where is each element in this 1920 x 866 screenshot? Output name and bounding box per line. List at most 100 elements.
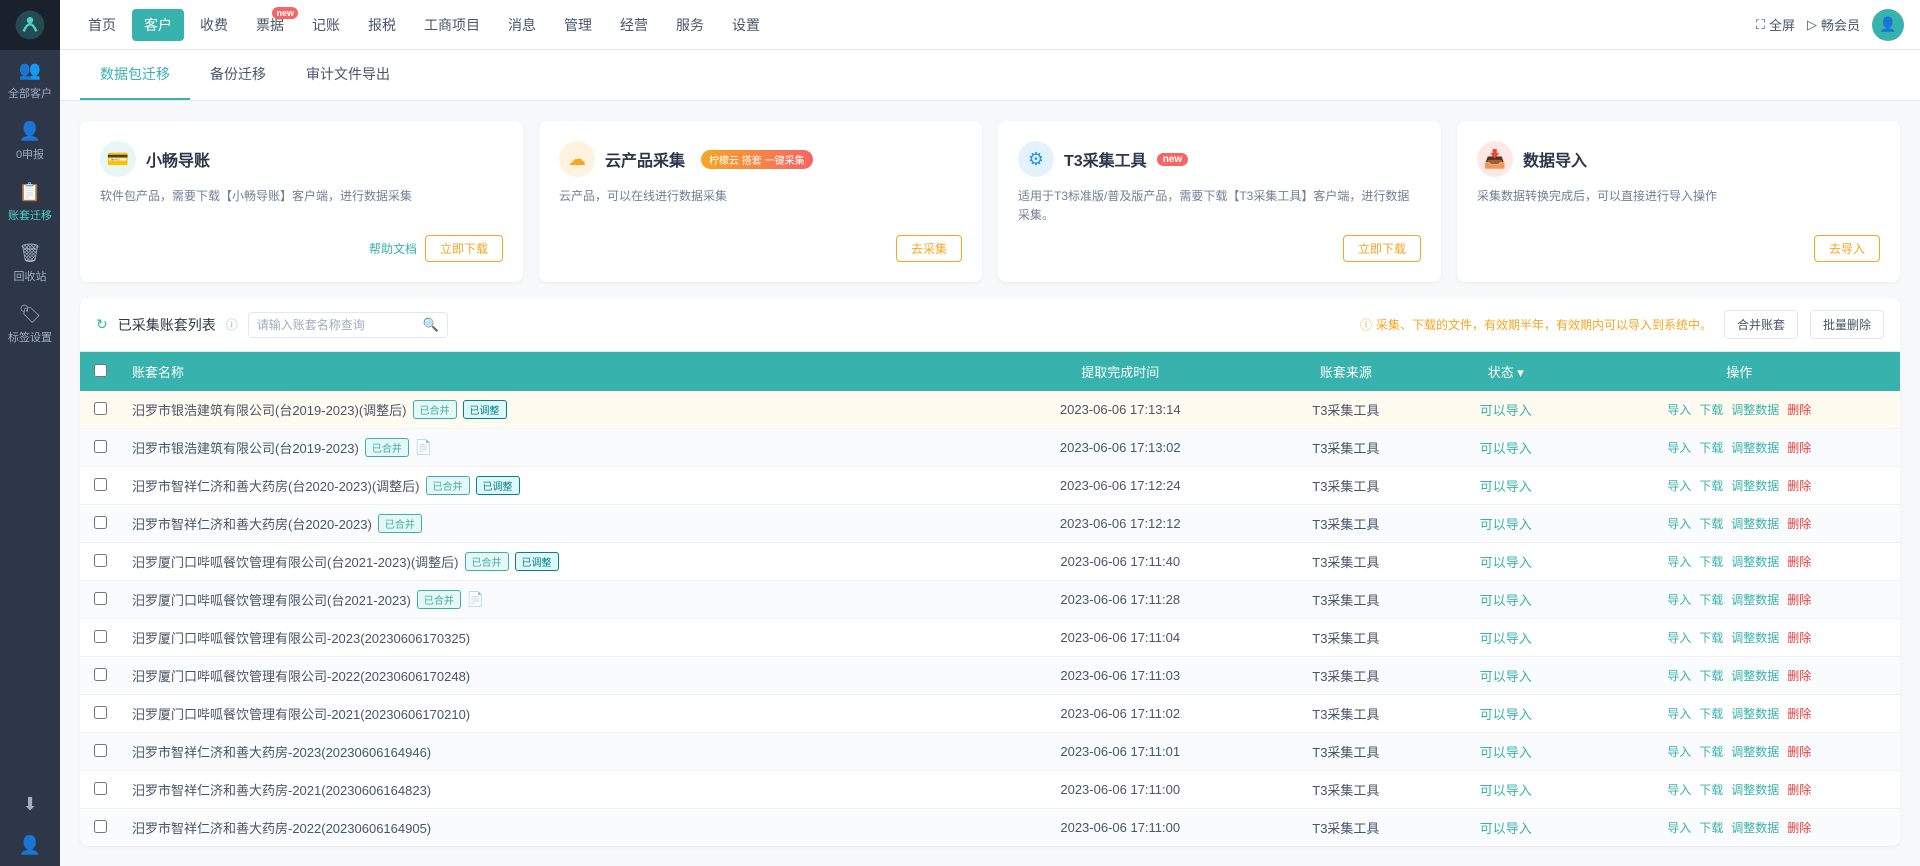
action-下载[interactable]: 下载 [1699, 781, 1723, 798]
action-删除[interactable]: 删除 [1787, 629, 1811, 646]
action-调整数据[interactable]: 调整数据 [1731, 667, 1779, 684]
action-下载[interactable]: 下载 [1699, 743, 1723, 760]
action-删除[interactable]: 删除 [1787, 553, 1811, 570]
batch-delete-button[interactable]: 批量删除 [1810, 310, 1884, 339]
nav-message[interactable]: 消息 [496, 9, 548, 41]
action-调整数据[interactable]: 调整数据 [1731, 477, 1779, 494]
nav-invoice[interactable]: 票据 new [244, 9, 296, 41]
action-下载[interactable]: 下载 [1699, 401, 1723, 418]
action-删除[interactable]: 删除 [1787, 781, 1811, 798]
merge-button[interactable]: 合并账套 [1724, 310, 1798, 339]
action-导入[interactable]: 导入 [1667, 591, 1691, 608]
action-导入[interactable]: 导入 [1667, 553, 1691, 570]
row-checkbox[interactable] [94, 402, 107, 415]
action-删除[interactable]: 删除 [1787, 743, 1811, 760]
search-icon[interactable]: 🔍 [423, 317, 439, 333]
action-导入[interactable]: 导入 [1667, 629, 1691, 646]
fullscreen-button[interactable]: ⛶ 全屏 [1756, 15, 1795, 34]
row-checkbox[interactable] [94, 668, 107, 681]
sidebar-item-profile[interactable]: 👤 [0, 825, 60, 866]
tab-audit-export[interactable]: 审计文件导出 [286, 50, 410, 100]
action-导入[interactable]: 导入 [1667, 477, 1691, 494]
go-collect-button[interactable]: 去采集 [896, 235, 962, 262]
action-删除[interactable]: 删除 [1787, 515, 1811, 532]
action-下载[interactable]: 下载 [1699, 439, 1723, 456]
help-doc-link[interactable]: 帮助文档 [369, 240, 417, 257]
sidebar-item-account-migration[interactable]: 📋 账套迁移 [0, 172, 60, 233]
sidebar-item-recycle-bin[interactable]: 🗑 回收站 [0, 233, 60, 294]
row-checkbox[interactable] [94, 554, 107, 567]
sidebar-item-tag-settings[interactable]: 🏷 标签设置 [0, 294, 60, 355]
nav-industry[interactable]: 工商项目 [412, 9, 492, 41]
action-删除[interactable]: 删除 [1787, 477, 1811, 494]
nav-tax[interactable]: 报税 [356, 9, 408, 41]
action-导入[interactable]: 导入 [1667, 819, 1691, 836]
nav-settings[interactable]: 设置 [720, 9, 772, 41]
action-删除[interactable]: 删除 [1787, 667, 1811, 684]
vip-button[interactable]: ▷ 畅会员 [1807, 15, 1860, 34]
tab-backup-migration[interactable]: 备份迁移 [190, 50, 286, 100]
action-下载[interactable]: 下载 [1699, 591, 1723, 608]
action-下载[interactable]: 下载 [1699, 553, 1723, 570]
download-t3-button[interactable]: 立即下载 [1343, 235, 1421, 262]
select-all-checkbox[interactable] [94, 364, 107, 377]
action-调整数据[interactable]: 调整数据 [1731, 819, 1779, 836]
nav-billing[interactable]: 收费 [188, 9, 240, 41]
action-调整数据[interactable]: 调整数据 [1731, 591, 1779, 608]
action-调整数据[interactable]: 调整数据 [1731, 553, 1779, 570]
action-下载[interactable]: 下载 [1699, 705, 1723, 722]
user-avatar[interactable]: 👤 [1872, 9, 1904, 41]
action-导入[interactable]: 导入 [1667, 401, 1691, 418]
tab-data-migration[interactable]: 数据包迁移 [80, 50, 190, 100]
action-下载[interactable]: 下载 [1699, 629, 1723, 646]
row-checkbox[interactable] [94, 706, 107, 719]
row-checkbox[interactable] [94, 630, 107, 643]
row-checkbox[interactable] [94, 440, 107, 453]
list-header: ↻ 已采集账套列表 ⓘ 🔍 ⓘ 采集、下载的文件，有效期半年，有效期内可以导入到… [80, 298, 1900, 352]
action-删除[interactable]: 删除 [1787, 439, 1811, 456]
download-now-button[interactable]: 立即下载 [425, 235, 503, 262]
action-调整数据[interactable]: 调整数据 [1731, 629, 1779, 646]
action-删除[interactable]: 删除 [1787, 591, 1811, 608]
nav-operation[interactable]: 经营 [608, 9, 660, 41]
nav-management[interactable]: 管理 [552, 9, 604, 41]
row-checkbox[interactable] [94, 478, 107, 491]
row-file-icon[interactable]: 📄 [467, 591, 484, 608]
sidebar-item-all-clients[interactable]: 👥 全部客户 [0, 50, 60, 111]
action-调整数据[interactable]: 调整数据 [1731, 401, 1779, 418]
sidebar-item-zero-report[interactable]: 👤 0申报 [0, 111, 60, 172]
action-删除[interactable]: 删除 [1787, 401, 1811, 418]
search-input[interactable] [257, 318, 417, 332]
go-import-button[interactable]: 去导入 [1814, 235, 1880, 262]
nav-accounting[interactable]: 记账 [300, 9, 352, 41]
action-下载[interactable]: 下载 [1699, 515, 1723, 532]
action-导入[interactable]: 导入 [1667, 439, 1691, 456]
row-checkbox[interactable] [94, 744, 107, 757]
action-导入[interactable]: 导入 [1667, 667, 1691, 684]
action-调整数据[interactable]: 调整数据 [1731, 743, 1779, 760]
refresh-icon[interactable]: ↻ [96, 316, 108, 333]
help-icon[interactable]: ⓘ [226, 316, 238, 333]
nav-home[interactable]: 首页 [76, 9, 128, 41]
action-删除[interactable]: 删除 [1787, 705, 1811, 722]
action-调整数据[interactable]: 调整数据 [1731, 705, 1779, 722]
sidebar-item-download[interactable]: ⬇ [0, 784, 60, 825]
action-调整数据[interactable]: 调整数据 [1731, 781, 1779, 798]
action-下载[interactable]: 下载 [1699, 667, 1723, 684]
row-checkbox[interactable] [94, 516, 107, 529]
row-checkbox[interactable] [94, 820, 107, 833]
action-删除[interactable]: 删除 [1787, 819, 1811, 836]
action-导入[interactable]: 导入 [1667, 743, 1691, 760]
action-调整数据[interactable]: 调整数据 [1731, 439, 1779, 456]
action-调整数据[interactable]: 调整数据 [1731, 515, 1779, 532]
action-下载[interactable]: 下载 [1699, 819, 1723, 836]
row-checkbox[interactable] [94, 782, 107, 795]
row-checkbox[interactable] [94, 592, 107, 605]
nav-service[interactable]: 服务 [664, 9, 716, 41]
action-导入[interactable]: 导入 [1667, 515, 1691, 532]
action-下载[interactable]: 下载 [1699, 477, 1723, 494]
nav-client[interactable]: 客户 [132, 9, 184, 41]
action-导入[interactable]: 导入 [1667, 781, 1691, 798]
action-导入[interactable]: 导入 [1667, 705, 1691, 722]
row-file-icon[interactable]: 📄 [415, 439, 432, 456]
